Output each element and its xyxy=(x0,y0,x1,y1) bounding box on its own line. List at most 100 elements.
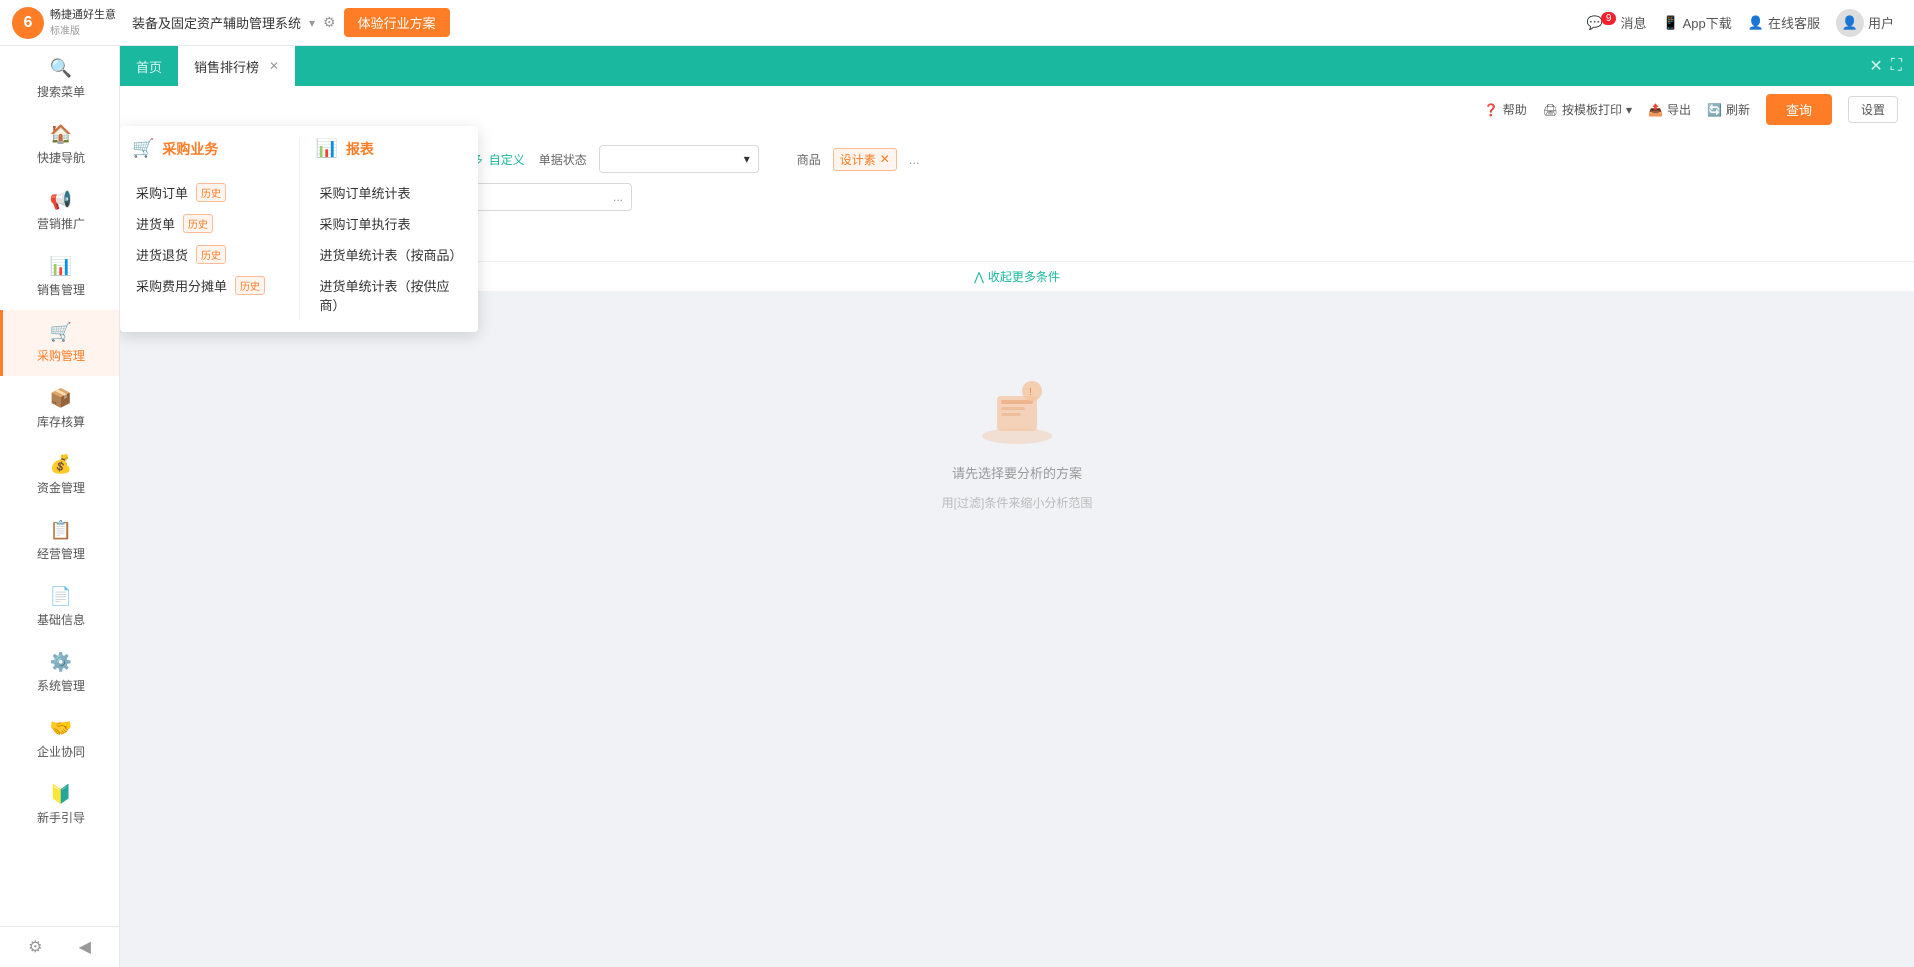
messages-button[interactable]: 💬 9 消息 xyxy=(1587,13,1647,32)
system-name: 装备及固定资产辅助管理系统 xyxy=(132,13,301,32)
basic-info-icon: 📄 xyxy=(50,586,72,607)
tab-close-icon[interactable]: ✕ xyxy=(269,59,279,73)
hist-badge-purchase-order: 历史 xyxy=(196,183,226,202)
app-body: 🔍 搜索菜单 🏠 快捷导航 📢 营销推广 📊 销售管理 🛒 采购管理 📦 库存核… xyxy=(0,46,1914,967)
header-right: 💬 9 消息 📱 App下载 👤 在线客服 👤 用户 xyxy=(1587,9,1894,37)
finance-icon: 💰 xyxy=(50,454,72,475)
purchase-menu-icon: 🛒 xyxy=(132,138,154,159)
goods-tag-close[interactable]: ✕ xyxy=(880,152,890,166)
tab-sales-ranking[interactable]: 销售排行榜 ✕ xyxy=(178,46,295,86)
avatar: 👤 xyxy=(1836,9,1864,37)
tab-bar-right: ✕ ⛶ xyxy=(1869,56,1914,76)
sidebar-item-finance[interactable]: 💰 资金管理 xyxy=(0,442,119,508)
sidebar-item-search[interactable]: 🔍 搜索菜单 xyxy=(0,46,119,112)
report-menu-icon: 📊 xyxy=(316,138,338,159)
search-icon: 🔍 xyxy=(50,58,72,79)
main-content: 首页 销售排行榜 ✕ ✕ ⛶ 🛒 采购业务 采 xyxy=(120,46,1914,967)
empty-illustration: ! xyxy=(967,371,1067,451)
phone-icon: 📱 xyxy=(1662,15,1678,31)
hist-badge-return: 历史 xyxy=(196,245,226,264)
home-icon: 🏠 xyxy=(50,124,72,145)
salesperson-select[interactable]: ... xyxy=(452,183,632,211)
user-menu-button[interactable]: 👤 用户 xyxy=(1836,9,1894,37)
sidebar-item-inventory[interactable]: 📦 库存核算 xyxy=(0,376,119,442)
menu-item-expense[interactable]: 采购费用分摊单 历史 xyxy=(132,270,283,301)
menu-item-inbound[interactable]: 进货单 历史 xyxy=(132,208,283,239)
doc-status-select[interactable]: ▾ xyxy=(599,145,759,173)
tab-bar: 首页 销售排行榜 ✕ ✕ ⛶ xyxy=(120,46,1914,86)
sidebar-item-guide[interactable]: 🔰 新手引导 xyxy=(0,772,119,838)
tab-maximize-icon[interactable]: ⛶ xyxy=(1891,57,1902,75)
logo-text: 畅捷通好生意 xyxy=(50,8,116,22)
menu-item-purchase-order[interactable]: 采购订单 历史 xyxy=(132,177,283,208)
collapse-icon: ⋀ xyxy=(974,270,984,284)
logo-area: 6 畅捷通好生意 标准版 xyxy=(12,7,132,39)
help-button[interactable]: ❓ 帮助 xyxy=(1484,101,1527,118)
svg-text:!: ! xyxy=(1029,387,1032,398)
dropdown-menu: 🛒 采购业务 采购订单 历史 进货单 历史 进货退货 历史 xyxy=(120,126,478,332)
menu-item-order-stats[interactable]: 采购订单统计表 xyxy=(316,177,467,208)
sidebar-collapse-button[interactable]: ◀ xyxy=(79,937,91,957)
sidebar-item-enterprise[interactable]: 🤝 企业协同 xyxy=(0,706,119,772)
export-icon: 📤 xyxy=(1648,103,1663,117)
industry-button[interactable]: 体验行业方案 xyxy=(344,8,450,37)
online-service-button[interactable]: 👤 在线客服 xyxy=(1748,13,1820,32)
print-arrow-icon: ▾ xyxy=(1626,103,1632,117)
sidebar-settings-button[interactable]: ⚙ xyxy=(28,937,42,957)
tab-home[interactable]: 首页 xyxy=(120,46,178,86)
menu-divider xyxy=(299,138,300,320)
sidebar-item-operations[interactable]: 📋 经营管理 xyxy=(0,508,119,574)
goods-more-icon[interactable]: ... xyxy=(909,152,920,167)
sidebar: 🔍 搜索菜单 🏠 快捷导航 📢 营销推广 📊 销售管理 🛒 采购管理 📦 库存核… xyxy=(0,46,120,967)
content-area: 🛒 采购业务 采购订单 历史 进货单 历史 进货退货 历史 xyxy=(120,86,1914,967)
system-icon: ⚙️ xyxy=(50,652,72,673)
doc-status-label: 单据状态 xyxy=(537,151,587,168)
sidebar-item-marketing[interactable]: 📢 营销推广 xyxy=(0,178,119,244)
menu-item-inbound-by-goods[interactable]: 进货单统计表（按商品） xyxy=(316,239,467,270)
header-system: 装备及固定资产辅助管理系统 ▾ ⚙ 体验行业方案 xyxy=(132,8,1587,37)
menu-item-return[interactable]: 进货退货 历史 xyxy=(132,239,283,270)
empty-text-line1: 请先选择要分析的方案 xyxy=(952,463,1082,482)
top-header: 6 畅捷通好生意 标准版 装备及固定资产辅助管理系统 ▾ ⚙ 体验行业方案 💬 … xyxy=(0,0,1914,46)
menu-item-order-exec[interactable]: 采购订单执行表 xyxy=(316,208,467,239)
shortcut-custom[interactable]: 自定义 xyxy=(489,151,525,168)
hist-badge-inbound: 历史 xyxy=(183,214,213,233)
refresh-button[interactable]: 🔄 刷新 xyxy=(1707,101,1750,118)
app-download-button[interactable]: 📱 App下载 xyxy=(1662,13,1731,32)
refresh-icon: 🔄 xyxy=(1707,103,1722,117)
empty-state: ! 请先选择要分析的方案 用[过滤]条件来缩小分析范围 xyxy=(120,291,1914,591)
dropdown-arrow-icon[interactable]: ▾ xyxy=(309,16,315,30)
logo-icon: 6 xyxy=(12,7,44,39)
sidebar-item-quick-nav[interactable]: 🏠 快捷导航 xyxy=(0,112,119,178)
empty-text-line2: 用[过滤]条件来缩小分析范围 xyxy=(942,494,1093,511)
purchase-col-header: 🛒 采购业务 xyxy=(132,138,283,165)
print-icon: 🖨 xyxy=(1543,103,1558,117)
guide-icon: 🔰 xyxy=(50,784,72,805)
template-print-button[interactable]: 🖨 按模板打印 ▾ xyxy=(1543,101,1632,118)
salesperson-more-icon[interactable]: ... xyxy=(613,190,623,204)
tab-close-all-icon[interactable]: ✕ xyxy=(1869,56,1882,76)
export-button[interactable]: 📤 导出 xyxy=(1648,101,1691,118)
sidebar-item-sales[interactable]: 📊 销售管理 xyxy=(0,244,119,310)
settings-icon[interactable]: ⚙ xyxy=(323,14,336,31)
enterprise-icon: 🤝 xyxy=(50,718,72,739)
purchase-col: 🛒 采购业务 采购订单 历史 进货单 历史 进货退货 历史 xyxy=(120,138,295,320)
inventory-icon: 📦 xyxy=(50,388,72,409)
sidebar-item-system[interactable]: ⚙️ 系统管理 xyxy=(0,640,119,706)
menu-item-inbound-by-supplier[interactable]: 进货单统计表（按供应商） xyxy=(316,270,467,320)
sidebar-item-purchase[interactable]: 🛒 采购管理 xyxy=(0,310,119,376)
service-icon: 👤 xyxy=(1748,15,1764,31)
settings-button[interactable]: 设置 xyxy=(1848,96,1898,123)
hist-badge-expense: 历史 xyxy=(235,276,265,295)
report-col: 📊 报表 采购订单统计表 采购订单执行表 进货单统计表（按商品） 进货单统计表（… xyxy=(304,138,479,320)
help-icon: ❓ xyxy=(1484,103,1499,117)
sidebar-item-basic-info[interactable]: 📄 基础信息 xyxy=(0,574,119,640)
sales-icon: 📊 xyxy=(50,256,72,277)
goods-tag: 设计素 ✕ xyxy=(833,148,897,171)
logo-sub: 标准版 xyxy=(50,22,116,37)
goods-label: 商品 xyxy=(771,151,821,168)
sidebar-bottom: ⚙ ◀ xyxy=(0,926,119,967)
operations-icon: 📋 xyxy=(50,520,72,541)
query-button[interactable]: 查询 xyxy=(1766,94,1832,125)
marketing-icon: 📢 xyxy=(50,190,72,211)
